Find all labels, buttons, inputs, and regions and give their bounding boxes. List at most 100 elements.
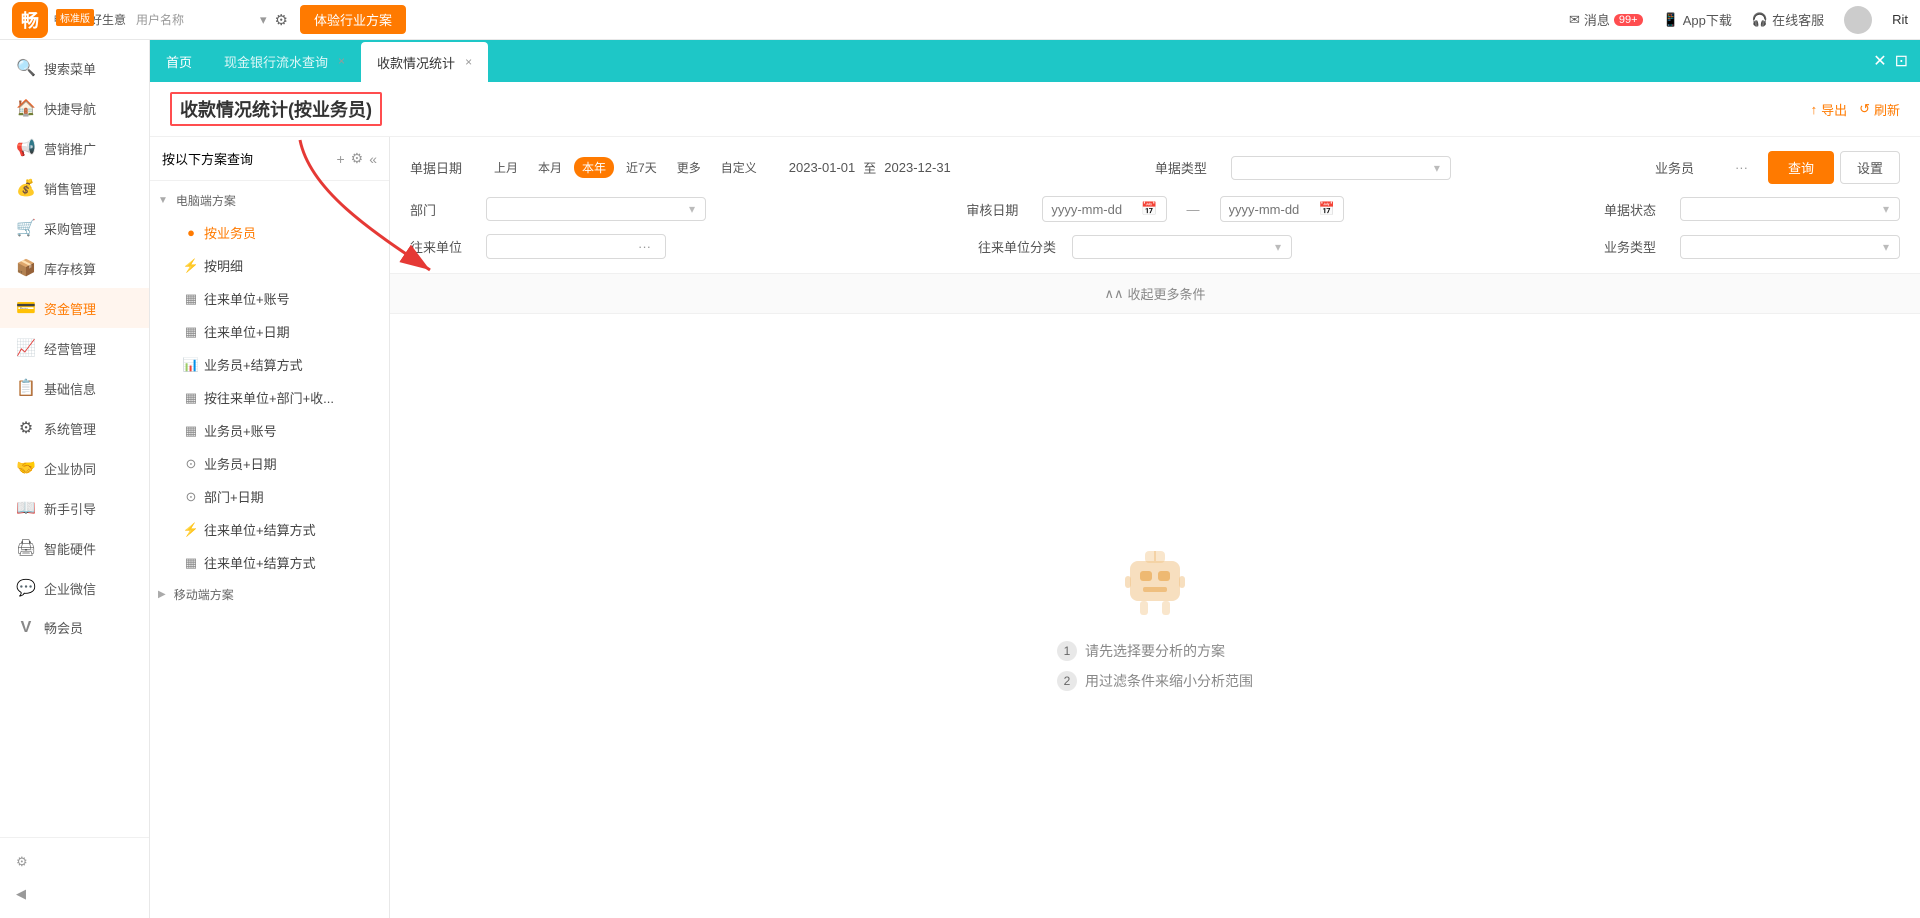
version-badge: 标准版 — [56, 9, 94, 26]
scheme-dept-date[interactable]: ⊙ 部门+日期 — [162, 480, 389, 513]
sidebar-item-sysmgmt[interactable]: ⚙ 系统管理 — [0, 408, 149, 448]
calendar-from-icon[interactable]: 📅 — [1141, 201, 1157, 217]
sidebar-item-sales[interactable]: 💰 销售管理 — [0, 168, 149, 208]
date-tab-more[interactable]: 更多 — [669, 157, 709, 178]
refresh-button[interactable]: ↺ 刷新 — [1859, 100, 1900, 119]
scheme-salesperson-account[interactable]: ▦ 业务员+账号 — [162, 414, 389, 447]
tree-sub-desktop: ● 按业务员 ⚡ 按明细 ▦ 往来单位+账号 ▦ — [150, 216, 389, 579]
sidebar-item-marketing[interactable]: 📢 营销推广 — [0, 128, 149, 168]
sidebar-item-purchase[interactable]: 🛒 采购管理 — [0, 208, 149, 248]
top-bar-right: ✉ 消息 99+ 📱 App下载 🎧 在线客服 Rit — [1569, 6, 1908, 34]
voucher-type-select[interactable]: ▾ — [1231, 156, 1451, 180]
avatar[interactable] — [1844, 6, 1872, 34]
partner-select[interactable]: ··· — [486, 234, 666, 259]
hint-num-2: 2 — [1057, 671, 1077, 691]
scheme-salesperson-settlement-label: 业务员+结算方式 — [204, 355, 303, 374]
sidebar-item-enterprise[interactable]: 🤝 企业协同 — [0, 448, 149, 488]
section-mobile[interactable]: ▶ 移动端方案 — [150, 579, 389, 610]
scheme-partner-settlement1[interactable]: ⚡ 往来单位+结算方式 — [162, 513, 389, 546]
sidebar: 🔍 搜索菜单 🏠 快捷导航 📢 营销推广 💰 销售管理 🛒 采购管理 📦 库存核… — [0, 40, 150, 918]
filter-area: 单据日期 上月 本月 本年 近7天 更多 自定义 2023-01-01 至 — [390, 137, 1920, 274]
sidebar-item-smarthw[interactable]: 🖨 智能硬件 — [0, 528, 149, 568]
sidebar-item-operations[interactable]: 📈 经营管理 — [0, 328, 149, 368]
review-date-from-input[interactable]: 📅 — [1042, 196, 1166, 222]
scheme-partner-dept-collection[interactable]: ▦ 按往来单位+部门+收... — [162, 381, 389, 414]
message-badge: 99+ — [1614, 14, 1643, 26]
sidebar-settings-btn[interactable]: ⚙ — [0, 846, 149, 878]
scheme-partner-account[interactable]: ▦ 往来单位+账号 — [162, 282, 389, 315]
partner-dots[interactable]: ··· — [638, 239, 651, 254]
salesperson-dots[interactable]: ··· — [1735, 160, 1748, 175]
date-tab-last-month[interactable]: 上月 — [486, 157, 526, 178]
empty-state: 1 请先选择要分析的方案 2 用过滤条件来缩小分析范围 — [390, 314, 1920, 918]
collapse-panel-btn[interactable]: « — [369, 151, 377, 167]
message-item[interactable]: ✉ 消息 99+ — [1569, 10, 1643, 29]
section-desktop[interactable]: ▼ 电脑端方案 — [150, 185, 389, 216]
enterprise-icon: 🤝 — [16, 458, 36, 478]
sidebar-item-member[interactable]: V 畅会员 — [0, 608, 149, 647]
export-button[interactable]: ↑ 导出 — [1811, 100, 1848, 119]
smarthw-icon: 🖨 — [16, 538, 36, 558]
scheme-settings-btn[interactable]: ⚙ — [351, 150, 364, 167]
scheme-by-salesperson[interactable]: ● 按业务员 — [162, 216, 389, 249]
online-service-item[interactable]: 🎧 在线客服 — [1752, 10, 1824, 29]
scheme-salesperson-settlement[interactable]: 📊 业务员+结算方式 — [162, 348, 389, 381]
date-tab-this-month[interactable]: 本月 — [530, 157, 570, 178]
date-tab-7days[interactable]: 近7天 — [618, 157, 665, 178]
guide-icon: 📖 — [16, 498, 36, 518]
sidebar-item-basic-info[interactable]: 📋 基础信息 — [0, 368, 149, 408]
tab-bank-flow-close[interactable]: × — [338, 54, 345, 68]
tab-collection-stats[interactable]: 收款情况统计 × — [361, 42, 488, 82]
sidebar-item-inventory[interactable]: 📦 库存核算 — [0, 248, 149, 288]
partner-category-select[interactable]: ▾ — [1072, 235, 1292, 259]
scheme-dept-date-label: 部门+日期 — [204, 487, 264, 506]
voucher-type-label: 单据类型 — [1155, 158, 1215, 177]
window-close-icon[interactable]: ✕ — [1873, 51, 1886, 71]
sidebar-item-quicknav[interactable]: 🏠 快捷导航 — [0, 88, 149, 128]
empty-hint-2: 2 用过滤条件来缩小分析范围 — [1057, 671, 1253, 691]
sidebar-item-finance[interactable]: 💳 资金管理 — [0, 288, 149, 328]
sidebar-collapse-btn[interactable]: ◀ — [0, 878, 149, 910]
tab-collection-stats-close[interactable]: × — [465, 55, 472, 69]
dropdown-arrow-icon[interactable]: ▾ — [260, 12, 267, 28]
voucher-status-select[interactable]: ▾ — [1680, 197, 1900, 221]
filter-settings-button[interactable]: 设置 — [1840, 151, 1900, 184]
review-date-to-field[interactable] — [1229, 202, 1319, 217]
gear-icon[interactable]: ⚙ — [275, 11, 288, 29]
calendar-to-icon[interactable]: 📅 — [1319, 201, 1335, 217]
date-tab-custom[interactable]: 自定义 — [713, 157, 765, 178]
service-icon: 🎧 — [1752, 12, 1768, 28]
app-download-item[interactable]: 📱 App下载 — [1663, 10, 1732, 29]
review-date-from-field[interactable] — [1051, 202, 1141, 217]
sidebar-label-member: 畅会员 — [44, 618, 83, 637]
business-type-select[interactable]: ▾ — [1680, 235, 1900, 259]
sidebar-item-wechat[interactable]: 💬 企业微信 — [0, 568, 149, 608]
scheme-by-detail-label: 按明细 — [204, 256, 243, 275]
query-button[interactable]: 查询 — [1768, 151, 1834, 184]
partner-settlement1-icon: ⚡ — [182, 522, 200, 538]
tab-bank-flow[interactable]: 现金银行流水查询 × — [208, 40, 361, 82]
date-from: 2023-01-01 — [789, 160, 856, 175]
date-separator: 至 — [863, 158, 876, 177]
sidebar-label-sysmgmt: 系统管理 — [44, 419, 96, 438]
scheme-partner-date[interactable]: ▦ 往来单位+日期 — [162, 315, 389, 348]
business-type-arrow-icon: ▾ — [1883, 240, 1889, 254]
tree-section-desktop: ▼ 电脑端方案 ● 按业务员 ⚡ 按明细 ▦ — [150, 181, 389, 614]
date-range: 2023-01-01 至 2023-12-31 — [789, 158, 951, 177]
scheme-partner-settlement2[interactable]: ▦ 往来单位+结算方式 — [162, 546, 389, 579]
scheme-by-detail[interactable]: ⚡ 按明细 — [162, 249, 389, 282]
date-tab-this-year[interactable]: 本年 — [574, 157, 614, 178]
window-maximize-icon[interactable]: ⊡ — [1895, 51, 1908, 71]
user-title: 用户名称 — [136, 11, 256, 28]
scheme-by-salesperson-label: 按业务员 — [204, 223, 256, 242]
collapse-more-conditions-btn[interactable]: ∧∧ 收起更多条件 — [1104, 284, 1205, 303]
add-scheme-btn[interactable]: + — [336, 151, 344, 167]
review-date-to-input[interactable]: 📅 — [1220, 196, 1344, 222]
sidebar-item-guide[interactable]: 📖 新手引导 — [0, 488, 149, 528]
trial-button[interactable]: 体验行业方案 — [300, 5, 406, 34]
dept-select[interactable]: ▾ — [486, 197, 706, 221]
scheme-salesperson-date[interactable]: ⊙ 业务员+日期 — [162, 447, 389, 480]
scheme-salesperson-account-label: 业务员+账号 — [204, 421, 277, 440]
sidebar-item-search[interactable]: 🔍 搜索菜单 — [0, 48, 149, 88]
tab-home[interactable]: 首页 — [150, 40, 208, 82]
